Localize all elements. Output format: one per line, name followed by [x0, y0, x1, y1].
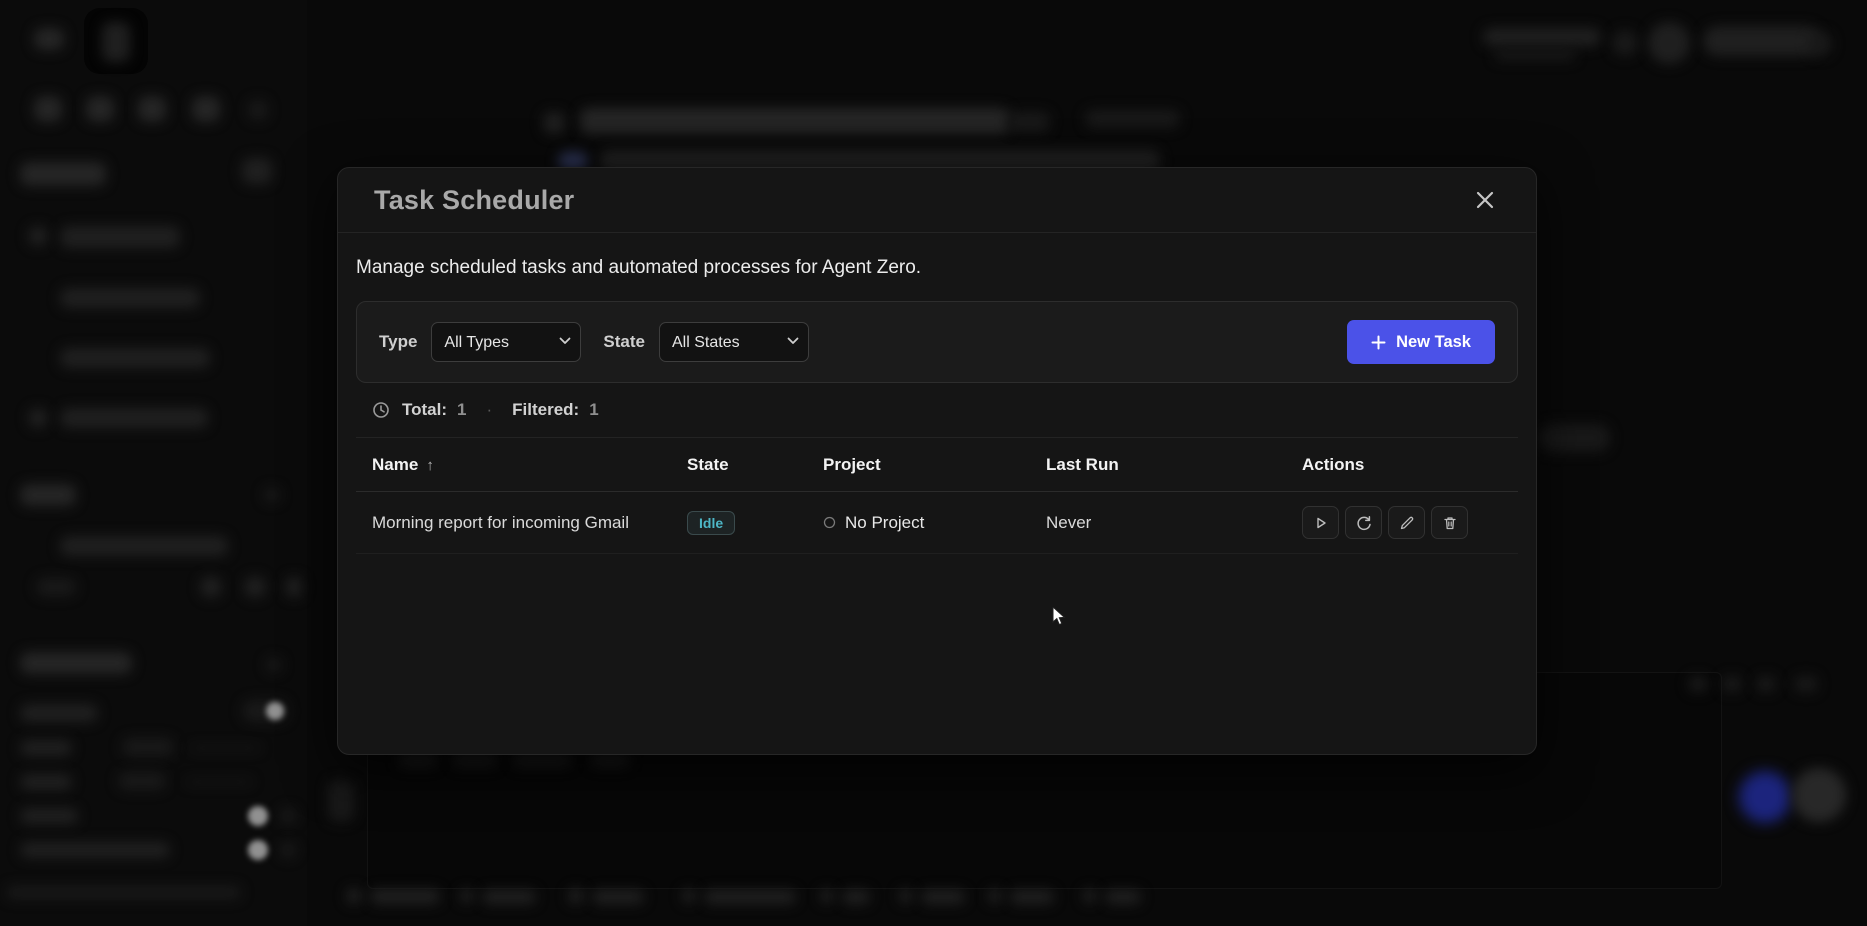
type-filter-select[interactable]: All Types	[431, 322, 581, 362]
total-value: 1	[457, 400, 466, 420]
refresh-icon	[1356, 515, 1372, 531]
plus-icon	[1371, 335, 1386, 350]
trash-icon	[1442, 515, 1458, 531]
column-header-last-run[interactable]: Last Run	[1046, 455, 1302, 475]
table-header-row: Name↑ State Project Last Run Actions	[356, 438, 1518, 492]
table-row[interactable]: Morning report for incoming Gmail Idle N…	[356, 492, 1518, 554]
task-name: Morning report for incoming Gmail	[372, 513, 687, 533]
stats-separator: ·	[486, 400, 492, 420]
task-project: No Project	[845, 513, 924, 533]
delete-task-button[interactable]	[1431, 506, 1468, 539]
stats-row: Total: 1 · Filtered: 1	[356, 383, 1518, 438]
filtered-label: Filtered:	[512, 400, 579, 420]
state-filter-select[interactable]: All States	[659, 322, 809, 362]
clock-icon	[372, 401, 390, 419]
column-header-project[interactable]: Project	[823, 455, 1046, 475]
new-task-button[interactable]: New Task	[1347, 320, 1495, 364]
app-screen: Task Scheduler Manage scheduled tasks an…	[0, 0, 1867, 926]
run-task-button[interactable]	[1302, 506, 1339, 539]
column-header-actions: Actions	[1302, 455, 1502, 475]
type-filter: All Types	[431, 322, 581, 362]
reload-task-button[interactable]	[1345, 506, 1382, 539]
column-header-name[interactable]: Name↑	[372, 455, 687, 475]
total-label: Total:	[402, 400, 447, 420]
play-icon	[1313, 515, 1329, 531]
task-actions	[1302, 506, 1502, 539]
filter-panel: Type All Types State All States	[356, 301, 1518, 383]
close-icon	[1474, 189, 1496, 211]
modal-title: Task Scheduler	[374, 185, 574, 216]
filtered-value: 1	[589, 400, 598, 420]
state-filter: All States	[659, 322, 809, 362]
status-badge: Idle	[687, 511, 735, 535]
column-header-state[interactable]: State	[687, 455, 823, 475]
type-filter-label: Type	[379, 332, 417, 352]
project-circle-icon	[823, 516, 836, 529]
sort-ascending-icon: ↑	[426, 457, 434, 474]
new-task-label: New Task	[1396, 333, 1471, 352]
modal-description: Manage scheduled tasks and automated pro…	[356, 257, 1518, 279]
task-scheduler-modal: Task Scheduler Manage scheduled tasks an…	[337, 167, 1537, 755]
modal-header: Task Scheduler	[338, 168, 1536, 233]
pencil-icon	[1399, 515, 1415, 531]
task-state-cell: Idle	[687, 511, 823, 535]
edit-task-button[interactable]	[1388, 506, 1425, 539]
state-filter-label: State	[603, 332, 645, 352]
modal-close-button[interactable]	[1470, 185, 1500, 215]
task-last-run: Never	[1046, 513, 1302, 533]
task-project-cell: No Project	[823, 513, 1046, 533]
